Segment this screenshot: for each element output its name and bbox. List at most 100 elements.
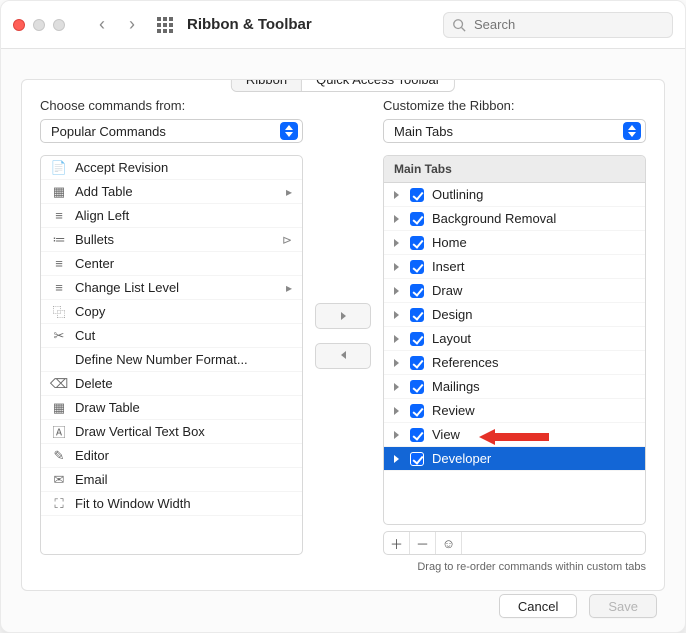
split-indicator-icon: ⊳ xyxy=(282,233,292,247)
disclosure-icon[interactable] xyxy=(394,427,402,442)
ribbon-tab-item[interactable]: Design xyxy=(384,303,645,327)
list-item[interactable]: ≡Center xyxy=(41,252,302,276)
ribbon-tab-item[interactable]: Developer xyxy=(384,447,645,471)
checkbox[interactable] xyxy=(410,236,424,250)
annotation-arrow xyxy=(479,427,549,447)
ribbon-tab-label: References xyxy=(432,355,498,370)
minimize-icon[interactable] xyxy=(33,19,45,31)
vtext-icon: 🄰 xyxy=(51,424,67,440)
tab-options-button[interactable]: ☺ xyxy=(436,532,462,554)
forward-button[interactable]: › xyxy=(121,14,143,35)
ribbon-tab-item[interactable]: Insert xyxy=(384,255,645,279)
ribbon-tab-label: Developer xyxy=(432,451,491,466)
checkbox[interactable] xyxy=(410,260,424,274)
list-item[interactable]: ✉Email xyxy=(41,468,302,492)
add-tab-button[interactable]: ＋ xyxy=(384,532,410,554)
back-button[interactable]: ‹ xyxy=(91,14,113,35)
disclosure-icon[interactable] xyxy=(394,355,402,370)
tab-quick-access-toolbar[interactable]: Quick Access Toolbar xyxy=(301,79,454,91)
combo-value: Main Tabs xyxy=(394,124,453,139)
content: Ribbon Quick Access Toolbar Choose comma… xyxy=(1,49,685,632)
list-item[interactable]: ⌫Delete xyxy=(41,372,302,396)
footer-buttons: Cancel Save xyxy=(499,594,657,618)
align-left-icon: ≡ xyxy=(51,208,67,224)
ribbon-tab-label: Mailings xyxy=(432,379,480,394)
add-command-button[interactable] xyxy=(315,303,371,329)
table-icon: ▦ xyxy=(51,184,67,200)
ribbon-tab-label: Background Removal xyxy=(432,211,556,226)
checkbox[interactable] xyxy=(410,428,424,442)
commands-list[interactable]: 📄Accept Revision▦Add Table▸≡Align Left ≔ B… xyxy=(40,155,303,555)
cancel-button[interactable]: Cancel xyxy=(499,594,577,618)
ribbon-tab-item[interactable]: Mailings xyxy=(384,375,645,399)
disclosure-icon[interactable] xyxy=(394,259,402,274)
list-item[interactable]: ≔ Bullets ⊳ xyxy=(41,228,302,252)
ribbon-tab-label: View xyxy=(432,427,460,442)
checkbox[interactable] xyxy=(410,332,424,346)
ribbon-tab-label: Outlining xyxy=(432,187,483,202)
list-item-label: Draw Table xyxy=(75,400,140,415)
disclosure-icon[interactable] xyxy=(394,211,402,226)
submenu-indicator-icon: ▸ xyxy=(286,185,292,199)
copy-icon: ⿻ xyxy=(51,304,67,320)
show-all-icon[interactable] xyxy=(157,17,173,33)
list-item[interactable]: 🄰Draw Vertical Text Box xyxy=(41,420,302,444)
list-item[interactable]: ▦Add Table▸ xyxy=(41,180,302,204)
fit-icon: ⛶ xyxy=(51,496,67,512)
disclosure-icon[interactable] xyxy=(394,403,402,418)
left-pane: Choose commands from: Popular Commands 📄… xyxy=(40,98,303,573)
list-item[interactable]: 📄Accept Revision xyxy=(41,156,302,180)
checkbox[interactable] xyxy=(410,356,424,370)
ribbon-tab-label: Draw xyxy=(432,283,462,298)
search-field[interactable] xyxy=(443,12,673,38)
list-item[interactable]: Define New Number Format... xyxy=(41,348,302,372)
list-item[interactable]: ✎Editor xyxy=(41,444,302,468)
choose-commands-combo[interactable]: Popular Commands xyxy=(40,119,303,143)
ribbon-tab-item[interactable]: Layout xyxy=(384,327,645,351)
search-input[interactable] xyxy=(472,16,664,33)
checkbox[interactable] xyxy=(410,452,424,466)
disclosure-icon[interactable] xyxy=(394,451,402,466)
ribbon-tab-item[interactable]: Background Removal xyxy=(384,207,645,231)
checkbox[interactable] xyxy=(410,212,424,226)
checkbox[interactable] xyxy=(410,404,424,418)
list-item-label: Bullets xyxy=(75,232,114,247)
preferences-window: ‹ › Ribbon & Toolbar Ribbon Quick Access… xyxy=(0,0,686,633)
ribbon-tab-item[interactable]: Home xyxy=(384,231,645,255)
ribbon-tab-item[interactable]: Draw xyxy=(384,279,645,303)
remove-tab-button[interactable]: － xyxy=(410,532,436,554)
ribbon-tab-label: Insert xyxy=(432,259,465,274)
disclosure-icon[interactable] xyxy=(394,307,402,322)
close-icon[interactable] xyxy=(13,19,25,31)
disclosure-icon[interactable] xyxy=(394,331,402,346)
editor-icon: ✎ xyxy=(51,448,67,464)
save-button[interactable]: Save xyxy=(589,594,657,618)
disclosure-icon[interactable] xyxy=(394,187,402,202)
tab-ribbon[interactable]: Ribbon xyxy=(232,79,301,91)
blank-icon xyxy=(51,352,67,368)
disclosure-icon[interactable] xyxy=(394,283,402,298)
list-item[interactable]: ⿻Copy xyxy=(41,300,302,324)
list-item[interactable]: ≡Change List Level▸ xyxy=(41,276,302,300)
list-item[interactable]: ✂Cut xyxy=(41,324,302,348)
list-item[interactable]: ≡Align Left xyxy=(41,204,302,228)
list-level-icon: ≡ xyxy=(51,280,67,296)
zoom-icon[interactable] xyxy=(53,19,65,31)
checkbox[interactable] xyxy=(410,188,424,202)
ribbon-tab-item[interactable]: Outlining xyxy=(384,183,645,207)
disclosure-icon[interactable] xyxy=(394,379,402,394)
ribbon-tabs-list[interactable]: Main Tabs OutliningBackground RemovalHom… xyxy=(383,155,646,525)
checkbox[interactable] xyxy=(410,380,424,394)
disclosure-icon[interactable] xyxy=(394,235,402,250)
ribbon-tab-label: Design xyxy=(432,307,472,322)
ribbon-tab-item[interactable]: Review xyxy=(384,399,645,423)
list-item[interactable]: ⛶Fit to Window Width xyxy=(41,492,302,516)
customize-ribbon-combo[interactable]: Main Tabs xyxy=(383,119,646,143)
bullets-icon: ≔ xyxy=(51,232,67,248)
list-item[interactable]: ▦Draw Table xyxy=(41,396,302,420)
ribbon-tab-item[interactable]: References xyxy=(384,351,645,375)
remove-command-button[interactable] xyxy=(315,343,371,369)
checkbox[interactable] xyxy=(410,308,424,322)
checkbox[interactable] xyxy=(410,284,424,298)
center-icon: ≡ xyxy=(51,256,67,272)
